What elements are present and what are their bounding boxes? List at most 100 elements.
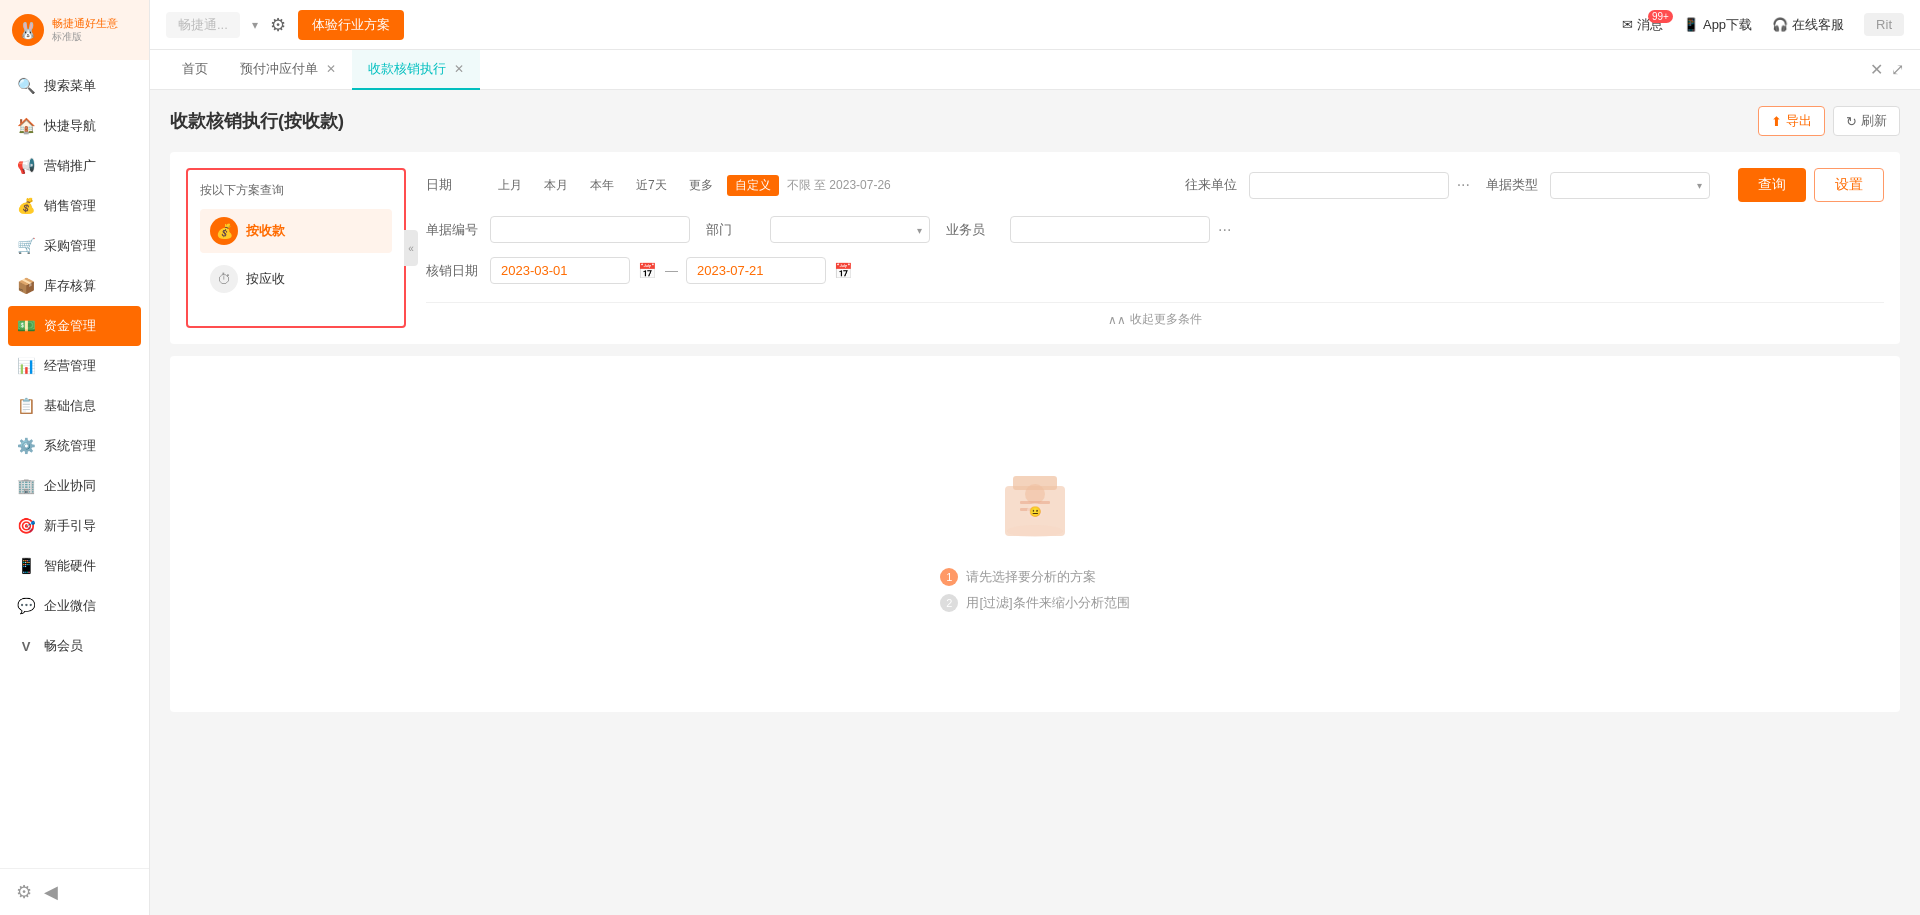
sidebar-item-inventory[interactable]: 📦 库存核算 [0, 266, 149, 306]
topbar-dropdown-icon[interactable]: ▾ [252, 18, 258, 32]
empty-tips: 1 请先选择要分析的方案 2 用[过滤]条件来缩小分析范围 [940, 568, 1129, 612]
service-label: 在线客服 [1792, 16, 1844, 34]
empty-illustration: 😐 [985, 456, 1085, 556]
user-avatar[interactable]: Rit [1864, 13, 1904, 36]
sidebar-item-label: 系统管理 [44, 437, 96, 455]
sidebar-item-system[interactable]: ⚙️ 系统管理 [0, 426, 149, 466]
sidebar-item-hardware[interactable]: 📱 智能硬件 [0, 546, 149, 586]
doc-type-label: 单据类型 [1486, 176, 1542, 194]
verify-date-start-calendar-icon[interactable]: 📅 [638, 262, 657, 280]
sidebar-item-marketing[interactable]: 📢 营销推广 [0, 146, 149, 186]
date-this-year-btn[interactable]: 本年 [582, 175, 622, 196]
verify-date-end-input[interactable] [686, 257, 826, 284]
doc-type-select[interactable] [1550, 172, 1710, 199]
filter-panel: 按以下方案查询 💰 按收款 ⏱ 按应收 « 日期 [170, 152, 1900, 344]
app-icon: 📱 [1683, 17, 1699, 32]
settings-bottom-icon[interactable]: ⚙ [16, 881, 32, 903]
date-more-btn[interactable]: 更多 [681, 175, 721, 196]
tab-receipt-verify-label: 收款核销执行 [368, 60, 446, 78]
sidebar-item-enterprise[interactable]: 🏢 企业协同 [0, 466, 149, 506]
tab-receipt-verify-close-icon[interactable]: ✕ [454, 62, 464, 76]
refresh-label: 刷新 [1861, 112, 1887, 130]
date-shortcuts: 上月 本月 本年 近7天 更多 自定义 [490, 175, 779, 196]
filter-panel-title: 按以下方案查询 [200, 182, 392, 199]
sidebar-item-operation[interactable]: 📊 经营管理 [0, 346, 149, 386]
tab-receipt-verify[interactable]: 收款核销执行 ✕ [352, 50, 480, 90]
sidebar-item-search[interactable]: 🔍 搜索菜单 [0, 66, 149, 106]
refresh-icon: ↻ [1846, 114, 1857, 129]
partner-dots-icon[interactable]: ··· [1457, 176, 1470, 194]
sidebar-item-purchase[interactable]: 🛒 采购管理 [0, 226, 149, 266]
sales-nav-icon: 💰 [16, 196, 36, 216]
date-custom-btn[interactable]: 自定义 [727, 175, 779, 196]
sidebar-item-wechat[interactable]: 💬 企业微信 [0, 586, 149, 626]
tip-num-1: 1 [940, 568, 958, 586]
app-download-button[interactable]: 📱 App下载 [1683, 16, 1752, 34]
sidebar-item-guide[interactable]: 🎯 新手引导 [0, 506, 149, 546]
page-title-text: 收款核销执行(按收款) [170, 109, 344, 133]
dept-select[interactable] [770, 216, 930, 243]
sidebar-item-basic-info[interactable]: 📋 基础信息 [0, 386, 149, 426]
empty-tip-1: 1 请先选择要分析的方案 [940, 568, 1129, 586]
tip-num-2: 2 [940, 594, 958, 612]
date-label: 日期 [426, 176, 482, 194]
online-service-button[interactable]: 🎧 在线客服 [1772, 16, 1844, 34]
topbar-settings-icon[interactable]: ⚙ [270, 14, 286, 36]
verify-date-end-calendar-icon[interactable]: 📅 [834, 262, 853, 280]
date-last-month-btn[interactable]: 上月 [490, 175, 530, 196]
sidebar-item-label: 快捷导航 [44, 117, 96, 135]
topbar-brand: 畅捷通... [166, 12, 240, 38]
settings-button[interactable]: 设置 [1814, 168, 1884, 202]
sidebar-item-finance[interactable]: 💵 资金管理 [8, 306, 141, 346]
tab-home[interactable]: 首页 [166, 50, 224, 90]
sidebar-item-member[interactable]: V 畅会员 [0, 626, 149, 666]
date-7days-btn[interactable]: 近7天 [628, 175, 675, 196]
tab-prepay-close-icon[interactable]: ✕ [326, 62, 336, 76]
staff-input[interactable] [1010, 216, 1210, 243]
page-title-row: 收款核销执行(按收款) ⬆ 导出 ↻ 刷新 [170, 106, 1900, 136]
collapse-more-icon: ∧∧ [1108, 313, 1126, 327]
sidebar-item-quick-nav[interactable]: 🏠 快捷导航 [0, 106, 149, 146]
message-icon: ✉ [1622, 17, 1633, 32]
sidebar-item-label: 企业协同 [44, 477, 96, 495]
staff-field: 业务员 ··· [946, 216, 1231, 243]
query-button[interactable]: 查询 [1738, 168, 1806, 202]
dept-label: 部门 [706, 221, 762, 239]
date-this-month-btn[interactable]: 本月 [536, 175, 576, 196]
doc-type-field: 单据类型 ▾ [1486, 172, 1710, 199]
basic-nav-icon: 📋 [16, 396, 36, 416]
tab-home-label: 首页 [182, 60, 208, 78]
tabbar: 首页 预付冲应付单 ✕ 收款核销执行 ✕ ✕ ⤢ [150, 50, 1920, 90]
export-icon: ⬆ [1771, 114, 1782, 129]
message-badge: 99+ [1648, 10, 1673, 23]
main-area: 畅捷通... ▾ ⚙ 体验行业方案 ✉ 消息 99+ 📱 App下载 🎧 在线客… [150, 0, 1920, 915]
tab-prepay[interactable]: 预付冲应付单 ✕ [224, 50, 352, 90]
sidebar-item-sales[interactable]: 💰 销售管理 [0, 186, 149, 226]
search-nav-icon: 🔍 [16, 76, 36, 96]
verify-date-start-input[interactable] [490, 257, 630, 284]
verify-date-input-row: 📅 — 📅 [490, 257, 853, 284]
filter-option-receipt[interactable]: 💰 按收款 [200, 209, 392, 253]
doc-no-input[interactable] [490, 216, 690, 243]
wechat-nav-icon: 💬 [16, 596, 36, 616]
maximize-tab-icon[interactable]: ⤢ [1891, 60, 1904, 79]
staff-dots-icon[interactable]: ··· [1218, 221, 1231, 239]
logo-area: 🐰 畅捷通好生意 标准版 [0, 0, 149, 60]
refresh-button[interactable]: ↻ 刷新 [1833, 106, 1900, 136]
message-button[interactable]: ✉ 消息 99+ [1622, 16, 1663, 34]
query-buttons: 查询 设置 [1738, 168, 1884, 202]
collapse-more-button[interactable]: ∧∧ 收起更多条件 [426, 302, 1884, 328]
logo-name: 畅捷通好生意 [52, 16, 118, 30]
collapse-filter-button[interactable]: « [404, 230, 418, 266]
sidebar-item-label: 采购管理 [44, 237, 96, 255]
filter-option-receivable[interactable]: ⏱ 按应收 [200, 257, 392, 301]
page-actions: ⬆ 导出 ↻ 刷新 [1758, 106, 1900, 136]
collapse-sidebar-icon[interactable]: ◀ [44, 881, 58, 903]
date-range-dash: — [665, 263, 678, 278]
solution-button[interactable]: 体验行业方案 [298, 10, 404, 40]
partner-input[interactable] [1249, 172, 1449, 199]
export-button[interactable]: ⬆ 导出 [1758, 106, 1825, 136]
logo-icon: 🐰 [12, 14, 44, 46]
close-tab-icon[interactable]: ✕ [1870, 60, 1883, 79]
staff-label: 业务员 [946, 221, 1002, 239]
